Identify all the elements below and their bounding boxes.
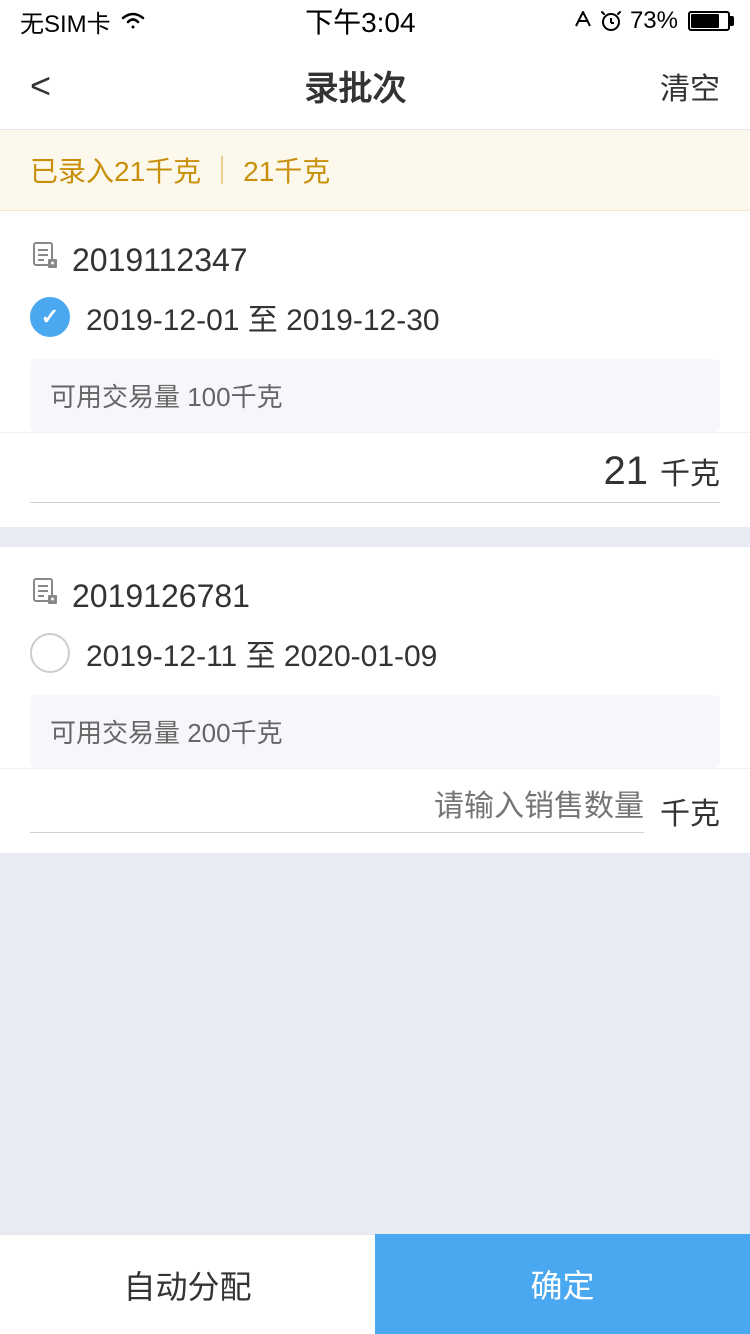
batch1-avail: 可用交易量 100千克 — [30, 359, 720, 432]
section-divider — [0, 527, 750, 547]
batch1-date: 2019-12-01 至 2019-12-30 — [86, 295, 440, 339]
back-button[interactable]: < — [30, 65, 51, 107]
status-time: 下午3:04 — [305, 1, 416, 41]
status-right: 73% — [574, 7, 730, 35]
batch2-date: 2019-12-11 至 2020-01-09 — [86, 631, 437, 675]
batch2-avail: 可用交易量 200千克 — [30, 695, 720, 768]
recorded-label: 已录入21千克 — [30, 150, 201, 190]
batch1-radio[interactable] — [30, 297, 70, 337]
batch2-id: 2019126781 — [72, 578, 250, 615]
batch2-row[interactable]: 2019-12-11 至 2020-01-09 — [30, 631, 720, 675]
battery-text: 73% — [630, 7, 678, 35]
signal-text: 无SIM卡 — [20, 4, 111, 39]
batch1-qty-row: 21 千克 — [0, 432, 750, 527]
nav-bar: < 录批次 清空 — [0, 42, 750, 130]
empty-area — [0, 853, 750, 1273]
recorded-value: 21千克 — [243, 150, 330, 190]
alarm-icon — [600, 10, 622, 32]
bottom-bar: 自动分配 确定 — [0, 1234, 750, 1334]
status-bar: 无SIM卡 下午3:04 73% — [0, 0, 750, 42]
batch2-unit: 千克 — [660, 789, 720, 833]
location-icon — [574, 11, 592, 31]
battery-icon — [688, 11, 730, 31]
auto-distribute-button[interactable]: 自动分配 — [0, 1234, 375, 1334]
batch1-id: 2019112347 — [72, 242, 248, 279]
info-banner: 已录入21千克 21千克 — [0, 130, 750, 211]
batch2-header: 2019126781 — [30, 577, 720, 615]
page-title: 录批次 — [305, 61, 407, 110]
batch1-header: 2019112347 — [30, 241, 720, 279]
batch1-row[interactable]: 2019-12-01 至 2019-12-30 — [30, 295, 720, 339]
wifi-icon — [119, 11, 147, 31]
batch1-qty-value: 21 — [604, 449, 649, 494]
batch2-icon — [30, 577, 60, 615]
batch2-radio[interactable] — [30, 633, 70, 673]
qty-input-wrapper[interactable] — [30, 790, 644, 833]
qty-input-field[interactable] — [30, 790, 644, 824]
clear-button[interactable]: 清空 — [660, 64, 720, 108]
batch1-card: 2019112347 2019-12-01 至 2019-12-30 可用交易量… — [0, 211, 750, 432]
confirm-button[interactable]: 确定 — [375, 1234, 750, 1334]
batch2-input-row[interactable]: 千克 — [0, 768, 750, 853]
batch1-icon — [30, 241, 60, 279]
batch2-card: 2019126781 2019-12-11 至 2020-01-09 可用交易量… — [0, 547, 750, 768]
batch1-qty-unit: 千克 — [660, 449, 720, 493]
info-divider — [221, 156, 223, 184]
status-left: 无SIM卡 — [20, 4, 147, 39]
